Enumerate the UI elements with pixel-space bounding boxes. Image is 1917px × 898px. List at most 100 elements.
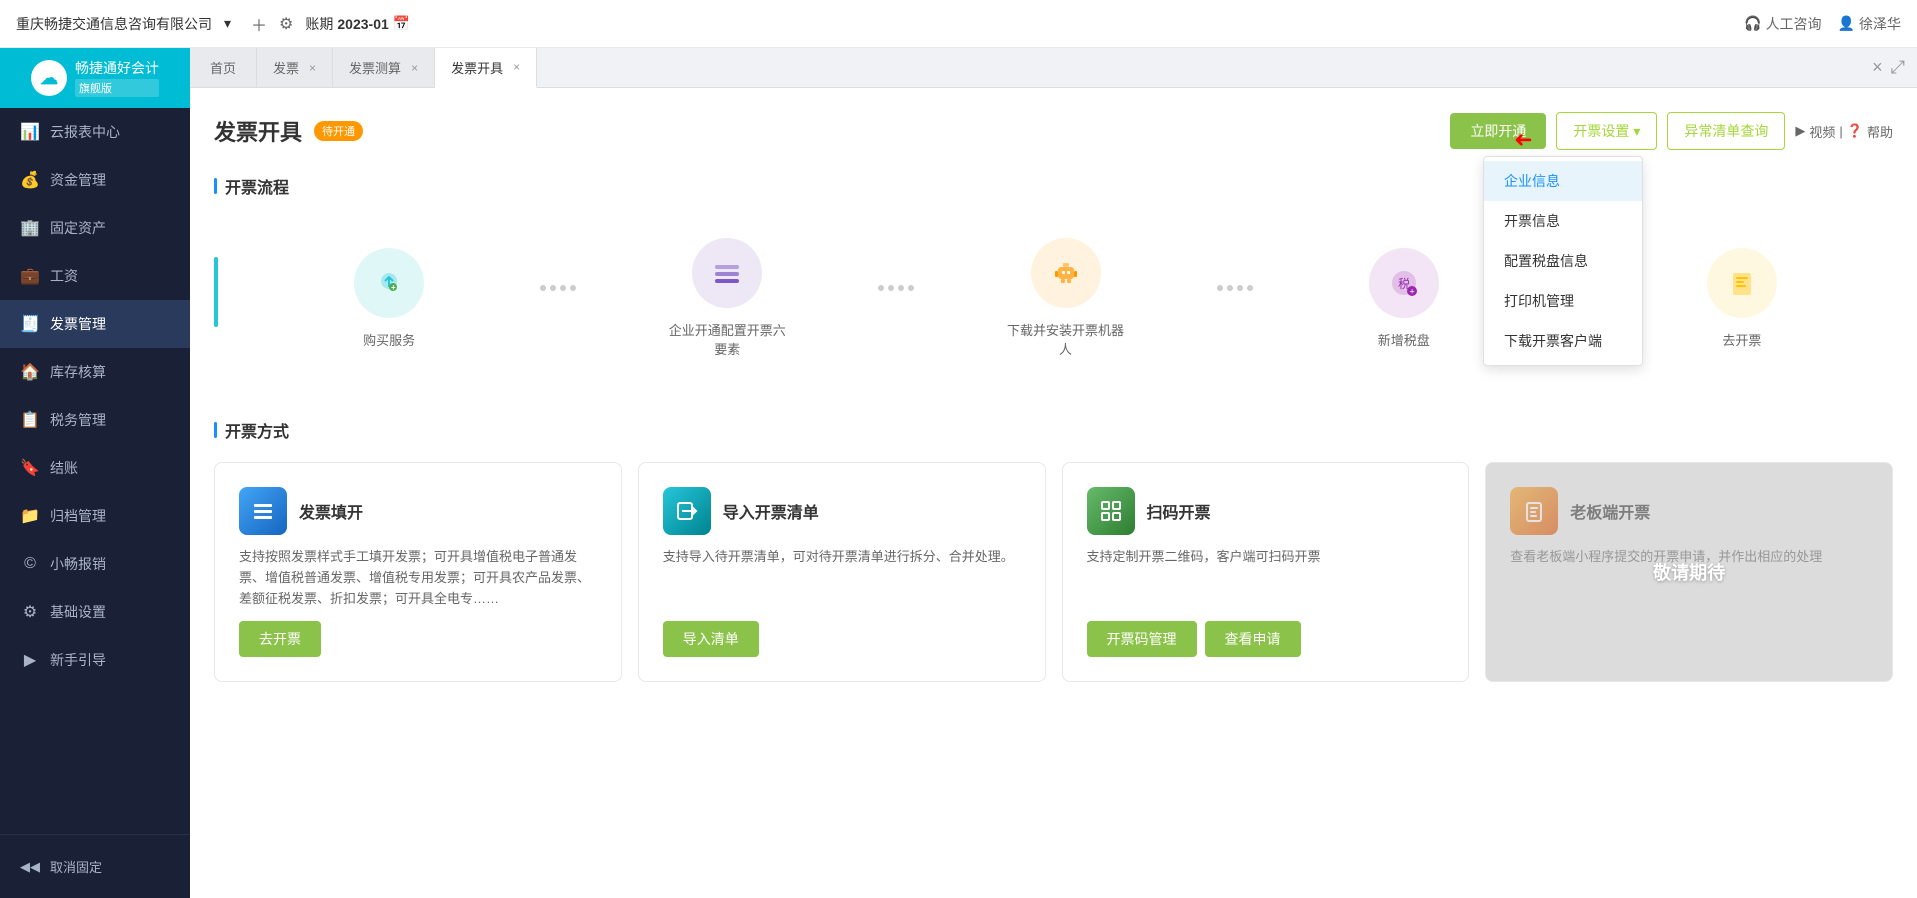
service-button[interactable]: 🎧 人工咨询: [1744, 14, 1821, 34]
sidebar-item-tax[interactable]: 📋 税务管理: [0, 396, 190, 444]
disabled-overlay: 敬请期待: [1486, 463, 1892, 681]
headset-icon: 🎧: [1744, 15, 1761, 32]
top-bar: 重庆畅捷交通信息咨询有限公司 ▾ ＋ ⚙ 账期 2023-01 📅 🎧 人工咨询…: [0, 0, 1917, 48]
workflow-step-download-robot: 下载并安装开票机器人: [914, 238, 1216, 358]
tab-fullscreen-icon[interactable]: ⤢: [1891, 57, 1905, 78]
go-invoice-icon: [1707, 248, 1777, 318]
method-card-boss: 老板端开票 查看老板端小程序提交的开票申请，并作出相应的处理 敬请期待: [1485, 462, 1893, 682]
tab-close-invoice-tool[interactable]: ×: [513, 60, 520, 74]
sidebar-item-inventory[interactable]: 🏠 库存核算: [0, 348, 190, 396]
sidebar-menu: 📊 云报表中心 💰 资金管理 🏢 固定资产 💼 工资 🧾 发票管理 🏠: [0, 108, 190, 834]
workflow-left-bar: [214, 257, 218, 327]
sidebar-item-settlement[interactable]: 🔖 结账: [0, 444, 190, 492]
sidebar-item-fund[interactable]: 💰 资金管理: [0, 156, 190, 204]
sidebar-item-basic-settings[interactable]: ⚙ 基础设置: [0, 588, 190, 636]
sidebar-item-guide[interactable]: ▶ 新手引导: [0, 636, 190, 684]
disabled-text: 敬请期待: [1653, 559, 1725, 585]
tab-bar: 首页 发票 × 发票测算 × 发票开具 × × ⤢: [190, 48, 1917, 88]
calendar-icon[interactable]: 📅: [393, 15, 410, 32]
report-sales-icon: ©: [20, 555, 40, 573]
sidebar-unpin-button[interactable]: ◀◀ 取消固定: [20, 847, 170, 886]
settings-icon[interactable]: ⚙: [279, 14, 293, 34]
page-header: 发票开具 待开通 立即开通 开票设置 ▾ 异常清单查询 ▶ 视频 | ❓ 帮助: [214, 112, 1893, 150]
page-header-actions: 立即开通 开票设置 ▾ 异常清单查询 ▶ 视频 | ❓ 帮助: [1450, 112, 1893, 150]
method-card-import: 导入开票清单 支持导入待开票清单，可对待开票清单进行拆分、合并处理。 导入清单: [638, 462, 1046, 682]
tab-invoice-calc[interactable]: 发票测算 ×: [333, 48, 435, 87]
methods-grid: 发票填开 支持按照发票样式手工填开发票；可开具增值税电子普通发票、增值税普通发票…: [214, 462, 1893, 682]
red-arrow-annotation: ➜: [1514, 127, 1532, 153]
sidebar-item-invoice[interactable]: 🧾 发票管理: [0, 300, 190, 348]
pin-icon: ◀◀: [20, 859, 40, 875]
content-area: 首页 发票 × 发票测算 × 发票开具 × × ⤢ 发票开具: [190, 48, 1917, 898]
sidebar-item-archive[interactable]: 📁 归档管理: [0, 492, 190, 540]
dropdown-item-tax-disk-config[interactable]: 配置税盘信息: [1484, 241, 1642, 281]
workflow-dots-2: [878, 285, 914, 291]
manual-icon: [239, 487, 287, 535]
settings-dropdown-button[interactable]: 开票设置 ▾: [1556, 112, 1657, 150]
sidebar-item-payroll[interactable]: 💼 工资: [0, 252, 190, 300]
workflow-step-configure: 企业开通配置开票六要素: [576, 238, 878, 358]
tab-invoice-tool[interactable]: 发票开具 ×: [435, 48, 537, 88]
user-button[interactable]: 👤 徐泽华: [1838, 14, 1901, 34]
add-icon[interactable]: ＋: [251, 12, 267, 36]
cloud-report-icon: 📊: [20, 122, 40, 142]
help-circle-icon: ❓: [1847, 123, 1863, 139]
sidebar-item-cloud-report[interactable]: 📊 云报表中心: [0, 108, 190, 156]
import-icon: [663, 487, 711, 535]
page-title: 发票开具: [214, 115, 302, 147]
dropdown-item-invoice-info[interactable]: 开票信息: [1484, 201, 1642, 241]
dropdown-item-printer-mgmt[interactable]: 打印机管理: [1484, 281, 1642, 321]
workflow-dots-3: [1217, 285, 1253, 291]
sidebar-item-fixed-assets[interactable]: 🏢 固定资产: [0, 204, 190, 252]
logo-icon: ☁: [31, 60, 67, 96]
guide-icon: ▶: [20, 650, 40, 670]
settlement-icon: 🔖: [20, 458, 40, 478]
tab-close-all-icon[interactable]: ×: [1872, 57, 1883, 78]
sidebar-item-report-sales[interactable]: © 小畅报销: [0, 540, 190, 588]
payroll-icon: 💼: [20, 266, 40, 286]
svg-text:+: +: [391, 283, 396, 292]
video-help-button[interactable]: ▶ 视频 | ❓ 帮助: [1795, 122, 1893, 141]
anomaly-button[interactable]: 异常清单查询: [1667, 112, 1785, 150]
sidebar: ☁ 畅捷通好会计 旗舰版 📊 云报表中心 💰 资金管理 🏢 固定资产 💼 工资: [0, 48, 190, 898]
settings-dropdown-menu: ➜ 企业信息 开票信息 配置税盘信息 打印机管理: [1483, 156, 1643, 366]
tab-close-invoice-calc[interactable]: ×: [411, 61, 418, 75]
dropdown-item-company-info[interactable]: 企业信息: [1484, 161, 1642, 201]
method-import-header: 导入开票清单: [663, 487, 1021, 535]
status-badge: 待开通: [314, 121, 363, 141]
tab-home[interactable]: 首页: [190, 48, 257, 87]
btn-go-invoice-manual[interactable]: 去开票: [239, 621, 321, 657]
basic-settings-icon: ⚙: [20, 602, 40, 622]
logo-badge: 旗舰版: [75, 79, 159, 97]
methods-section-title: 开票方式: [214, 418, 1893, 442]
tab-close-invoice[interactable]: ×: [309, 61, 316, 75]
logo-text: 畅捷通好会计: [75, 59, 159, 77]
workflow-step-buy-service: + 购买服务: [238, 248, 540, 349]
inventory-icon: 🏠: [20, 362, 40, 382]
tab-bar-actions: × ⤢: [1860, 48, 1917, 87]
add-tax-disk-icon: 税 +: [1369, 248, 1439, 318]
method-scan-header: 扫码开票: [1087, 487, 1445, 535]
play-icon: ▶: [1795, 123, 1805, 139]
methods-section: 开票方式 发票填开: [214, 418, 1893, 682]
dropdown-item-download-client[interactable]: 下载开票客户端: [1484, 321, 1642, 361]
tax-icon: 📋: [20, 410, 40, 430]
svg-text:+: +: [1409, 286, 1414, 296]
logo-area: ☁ 畅捷通好会计 旗舰版: [0, 48, 190, 108]
scan-buttons: 开票码管理 查看申请: [1087, 621, 1445, 657]
btn-qrcode-mgmt[interactable]: 开票码管理: [1087, 621, 1197, 657]
configure-icon: [692, 238, 762, 308]
page-content: 发票开具 待开通 立即开通 开票设置 ▾ 异常清单查询 ▶ 视频 | ❓ 帮助: [190, 88, 1917, 898]
workflow-dots-1: [540, 285, 576, 291]
method-card-manual: 发票填开 支持按照发票样式手工填开发票；可开具增值税电子普通发票、增值税普通发票…: [214, 462, 622, 682]
company-name[interactable]: 重庆畅捷交通信息咨询有限公司: [16, 14, 212, 34]
sidebar-bottom: ◀◀ 取消固定: [0, 834, 190, 898]
scan-icon: [1087, 487, 1135, 535]
btn-import-list[interactable]: 导入清单: [663, 621, 759, 657]
fixed-assets-icon: 🏢: [20, 218, 40, 238]
download-robot-icon: [1031, 238, 1101, 308]
company-dropdown-icon[interactable]: ▾: [224, 15, 231, 32]
btn-view-apply[interactable]: 查看申请: [1205, 621, 1301, 657]
dropdown-chevron-icon: ▾: [1633, 123, 1640, 140]
tab-invoice[interactable]: 发票 ×: [257, 48, 333, 87]
